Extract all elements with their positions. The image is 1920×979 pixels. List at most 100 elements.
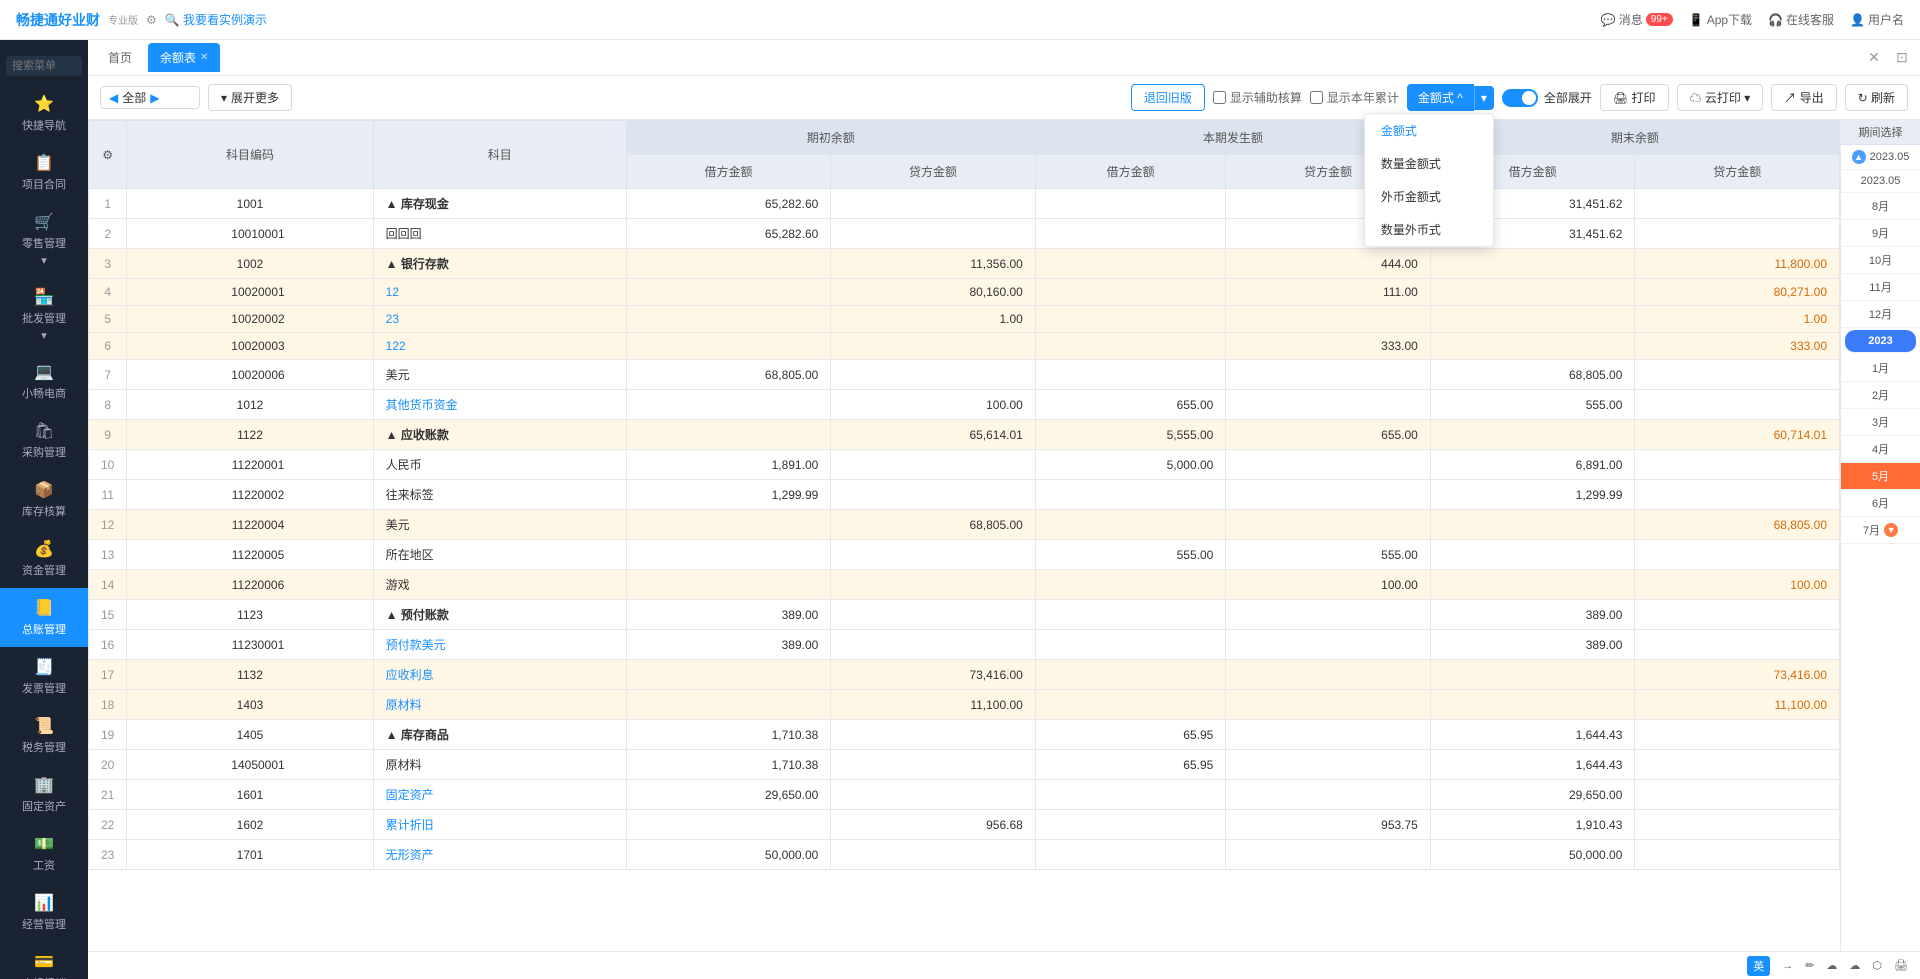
- show-auxiliary-label[interactable]: 显示辅助核算: [1213, 89, 1302, 106]
- close-debit: [1430, 420, 1635, 450]
- amount-style-main-btn[interactable]: 金额式 ^: [1407, 84, 1474, 111]
- period-8[interactable]: 8月: [1841, 193, 1920, 220]
- back-history-btn[interactable]: 退回旧版: [1131, 84, 1205, 111]
- status-icon-1[interactable]: →: [1782, 960, 1793, 972]
- sidebar-item-ecommerce[interactable]: 💻 小畅电商: [0, 352, 88, 411]
- account-code: 1601: [127, 780, 373, 810]
- notification-btn[interactable]: 💬 消息 99+: [1601, 11, 1673, 28]
- account-name-link[interactable]: 其他货币资金: [386, 398, 458, 412]
- sidebar-item-invoice[interactable]: 🧾 发票管理: [0, 647, 88, 706]
- user-avatar[interactable]: 👤 用户名: [1850, 11, 1904, 28]
- status-icon-lang[interactable]: 英: [1747, 956, 1770, 976]
- period-5[interactable]: 5月: [1841, 463, 1920, 490]
- account-name-link[interactable]: 无形资产: [386, 848, 434, 862]
- status-icon-2[interactable]: ✏: [1805, 959, 1814, 972]
- period-3[interactable]: 3月: [1841, 409, 1920, 436]
- open-credit: [831, 219, 1036, 249]
- cloud-print-btn[interactable]: ☁ 云打印 ▾: [1677, 84, 1764, 111]
- tab-balance[interactable]: 余额表 ✕: [148, 43, 220, 72]
- period-11[interactable]: 11月: [1841, 274, 1920, 301]
- sidebar-item-ledger[interactable]: 📒 总账管理: [0, 588, 88, 647]
- filter-forward-icon[interactable]: ▶: [150, 91, 159, 105]
- sidebar-item-operations[interactable]: 📊 经营管理: [0, 883, 88, 942]
- period-9[interactable]: 9月: [1841, 220, 1920, 247]
- account-name-link[interactable]: 应收利息: [386, 668, 434, 682]
- refresh-btn[interactable]: ↻ 刷新: [1845, 84, 1908, 111]
- online-service-btn[interactable]: 🎧 在线客服: [1768, 11, 1834, 28]
- open-debit: 1,710.38: [626, 720, 831, 750]
- amount-style-dropdown[interactable]: 金额式 ^ ▾ 金额式 数量金额式 外币金额式 数量外币式: [1407, 84, 1494, 111]
- cur-credit: 111.00: [1226, 279, 1431, 306]
- toggle-label[interactable]: [1502, 89, 1538, 107]
- period-up-btn[interactable]: ▲: [1852, 150, 1866, 164]
- account-code: 10020001: [127, 279, 373, 306]
- table-settings-icon[interactable]: ⚙: [89, 121, 127, 189]
- status-icon-6[interactable]: 🖨: [1894, 959, 1908, 972]
- sidebar-item-sales[interactable]: 💳 小畅报销: [0, 942, 88, 979]
- period-year-end[interactable]: 2023.05: [1841, 170, 1920, 193]
- window-close-btn[interactable]: ✕: [1864, 48, 1884, 68]
- app-download-btn[interactable]: 📱 App下载: [1689, 11, 1752, 28]
- period-4[interactable]: 4月: [1841, 436, 1920, 463]
- sidebar-item-inventory[interactable]: 📦 库存核算: [0, 470, 88, 529]
- search-input[interactable]: [6, 56, 82, 76]
- status-icon-5[interactable]: ⬡: [1872, 959, 1882, 972]
- account-name: 预付款美元: [373, 630, 626, 660]
- row-num: 21: [89, 780, 127, 810]
- show-year-total-checkbox[interactable]: [1310, 91, 1323, 104]
- window-maximize-btn[interactable]: ⊡: [1892, 48, 1912, 68]
- demo-link[interactable]: 🔍 我要看实例演示: [165, 11, 267, 28]
- sidebar-item-assets[interactable]: 🏢 固定资产: [0, 765, 88, 824]
- row-num: 11: [89, 480, 127, 510]
- status-icon-3[interactable]: ☁: [1826, 959, 1837, 972]
- status-icon-4[interactable]: ☁: [1849, 959, 1860, 972]
- account-name-link[interactable]: 固定资产: [386, 788, 434, 802]
- amount-style-item-foreign[interactable]: 外币金额式: [1365, 180, 1493, 213]
- expand-more-btn[interactable]: ▾ 展开更多: [208, 84, 292, 111]
- account-name-link[interactable]: 12: [386, 285, 399, 299]
- account-name-link[interactable]: 累计折旧: [386, 818, 434, 832]
- amount-style-item-amount[interactable]: 金额式: [1365, 114, 1493, 147]
- close-credit: [1635, 750, 1840, 780]
- period-10[interactable]: 10月: [1841, 247, 1920, 274]
- period-2[interactable]: 2月: [1841, 382, 1920, 409]
- settings-icon[interactable]: ⚙: [146, 13, 157, 27]
- tab-close-btn[interactable]: ✕: [200, 52, 208, 63]
- filter-input[interactable]: ◀ 全部 ▶: [100, 86, 200, 109]
- expand-all-toggle[interactable]: 全部展开: [1502, 89, 1592, 107]
- period-year-start[interactable]: ▲ 2023.05: [1841, 145, 1920, 170]
- period-down-btn[interactable]: ▼: [1884, 523, 1898, 537]
- account-name-link[interactable]: 原材料: [386, 698, 422, 712]
- sidebar-item-tax[interactable]: 📜 税务管理: [0, 706, 88, 765]
- account-name-link[interactable]: 预付款美元: [386, 638, 446, 652]
- period-7[interactable]: 7月 ▼: [1841, 517, 1920, 544]
- sidebar-item-finance[interactable]: 💰 资金管理: [0, 529, 88, 588]
- close-debit: [1430, 570, 1635, 600]
- amount-style-arrow-btn[interactable]: ▾: [1474, 86, 1494, 110]
- period-6[interactable]: 6月: [1841, 490, 1920, 517]
- account-name: 游戏: [373, 570, 626, 600]
- amount-style-item-qty-foreign[interactable]: 数量外币式: [1365, 213, 1493, 246]
- show-auxiliary-checkbox[interactable]: [1213, 91, 1226, 104]
- row-num: 8: [89, 390, 127, 420]
- filter-back-icon[interactable]: ◀: [109, 91, 118, 105]
- sidebar-item-purchase[interactable]: 🛍 采购管理: [0, 411, 88, 470]
- show-year-total-label[interactable]: 显示本年累计: [1310, 89, 1399, 106]
- account-name-link[interactable]: 23: [386, 312, 399, 326]
- row-num: 4: [89, 279, 127, 306]
- print-btn[interactable]: 🖨 打印: [1600, 84, 1669, 111]
- sidebar-item-nav[interactable]: ⭐ 快捷导航: [0, 84, 88, 143]
- amount-style-item-qty-amount[interactable]: 数量金额式: [1365, 147, 1493, 180]
- sidebar-item-retail[interactable]: 🛒 零售管理 ▾: [0, 202, 88, 277]
- sidebar-item-payroll[interactable]: 💵 工资: [0, 824, 88, 883]
- period-2023[interactable]: 2023: [1845, 330, 1916, 353]
- export-btn[interactable]: ↗ 导出: [1771, 84, 1836, 111]
- account-name-link[interactable]: 122: [386, 339, 406, 353]
- tab-home[interactable]: 首页: [96, 43, 144, 72]
- period-1[interactable]: 1月: [1841, 355, 1920, 382]
- sidebar-item-wholesale[interactable]: 🏪 批发管理 ▾: [0, 277, 88, 352]
- period-12[interactable]: 12月: [1841, 301, 1920, 328]
- row-num: 14: [89, 570, 127, 600]
- account-code: 11230001: [127, 630, 373, 660]
- sidebar-item-project[interactable]: 📋 项目合同: [0, 143, 88, 202]
